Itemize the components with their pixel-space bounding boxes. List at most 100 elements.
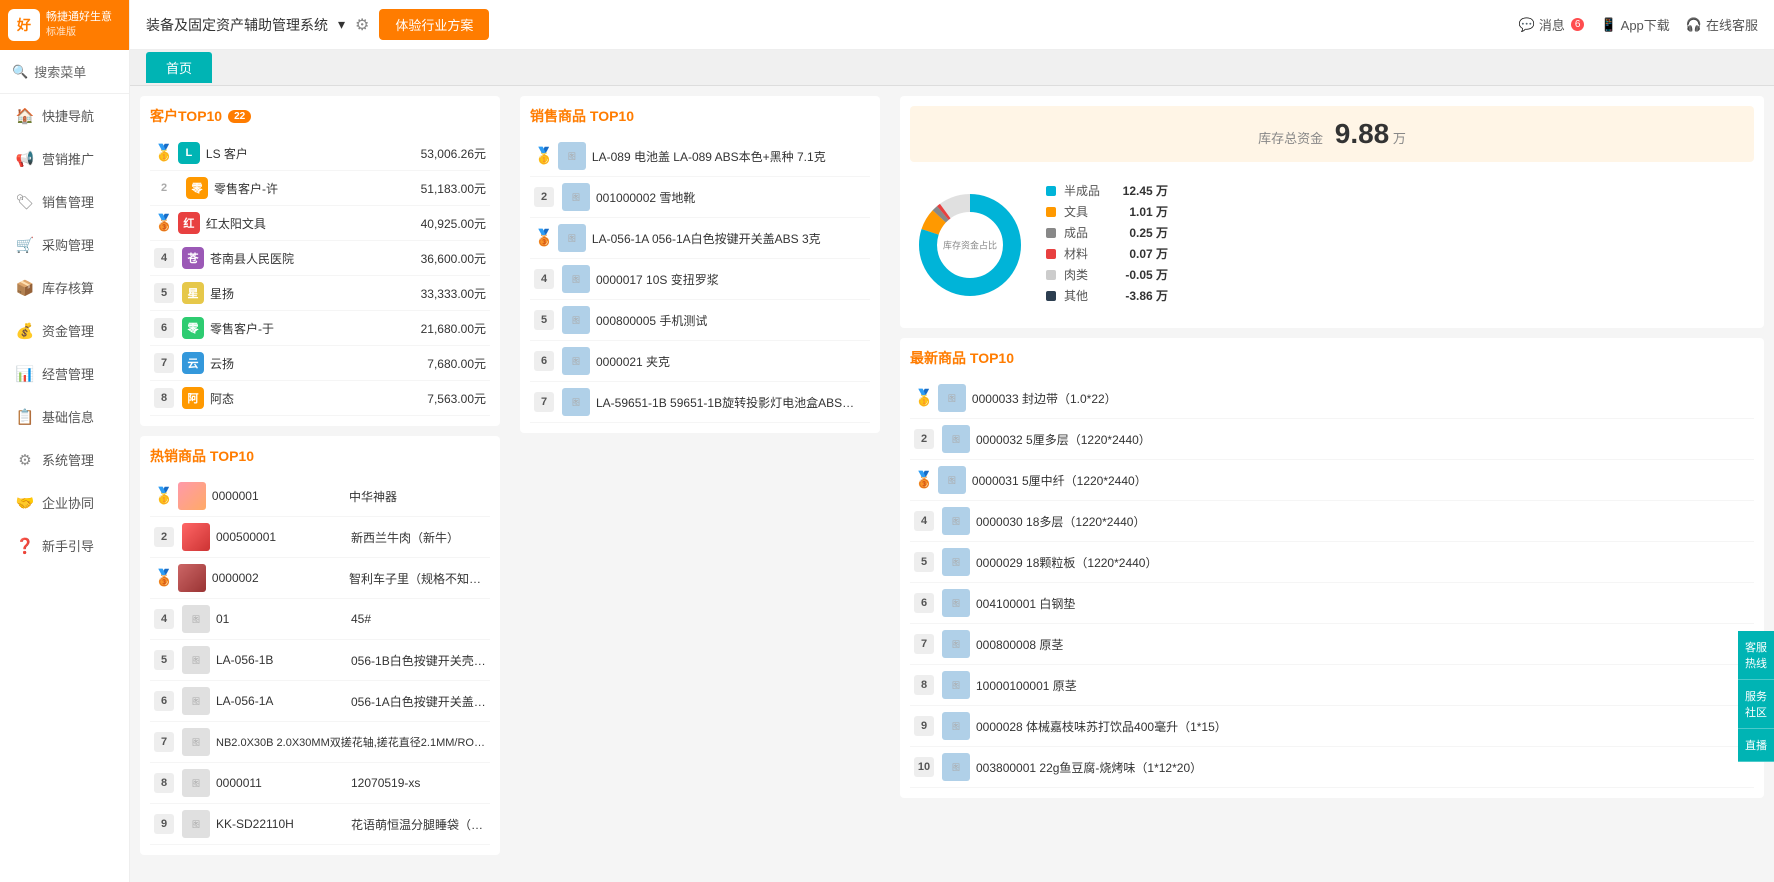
inventory-icon: 📦 — [16, 279, 34, 297]
rank-num: 6 — [154, 318, 174, 338]
product-name: 中华神器 — [349, 488, 486, 505]
float-customer-service-button[interactable]: 客服热线 — [1738, 631, 1774, 680]
product-info: 10000100001 原茎 — [976, 677, 1750, 694]
product-image: 图 — [942, 753, 970, 781]
logo-text: 畅捷通好生意 标准版 — [46, 10, 112, 39]
product-name: 新西兰牛肉（新牛） — [351, 529, 486, 546]
sales-icon: 🏷 — [16, 193, 34, 211]
search-menu-button[interactable]: 🔍 搜索菜单 — [8, 58, 121, 85]
topbar: 装备及固定资产辅助管理系统 ▾ ⚙ 体验行业方案 💬 消息 6 📱 App下载 … — [130, 0, 1774, 50]
product-image: 图 — [562, 388, 590, 416]
customer-top10-title: 客户TOP10 22 — [150, 106, 490, 126]
product-code: 0000002 — [212, 571, 349, 585]
product-info: LA-089 电池盖 LA-089 ABS本色+黑种 7.1克 — [592, 148, 866, 165]
topbar-right: 💬 消息 6 📱 App下载 🎧 在线客服 — [1519, 15, 1758, 34]
float-service-community-button[interactable]: 服务社区 — [1738, 680, 1774, 729]
sidebar-item-label: 企业协同 — [42, 493, 94, 512]
float-live-button[interactable]: 直播 — [1738, 729, 1774, 762]
sidebar-item-guide[interactable]: ❓ 新手引导 — [0, 524, 129, 567]
table-row: 🥉 图 LA-056-1A 056-1A白色按键开关盖ABS 3克 — [530, 218, 870, 259]
settings-icon[interactable]: ⚙ — [355, 15, 369, 35]
table-row: 7 图 NB2.0X30B 2.0X30MM双搓花轴,搓花直径2.1MM/ROH… — [150, 722, 490, 763]
breadcrumb-bar: 首页 — [130, 50, 1774, 86]
legend-item: 成品 0.25 万 — [1046, 224, 1168, 241]
notifications-button[interactable]: 💬 消息 6 — [1519, 15, 1585, 34]
rank-num: 2 — [154, 527, 174, 547]
table-row: 5 星 星扬 33,333.00元 — [150, 276, 490, 311]
table-row: 🥇 图 0000033 封边带（1.0*22） — [910, 378, 1754, 419]
medal-icon: 🥉 — [534, 228, 554, 248]
product-info: 0000029 18颗粒板（1220*2440） — [976, 554, 1750, 571]
legend-item: 文具 1.01 万 — [1046, 203, 1168, 220]
legend-item: 其他 -3.86 万 — [1046, 287, 1168, 304]
home-tab[interactable]: 首页 — [146, 52, 212, 83]
product-image: 图 — [942, 589, 970, 617]
table-row: 2 图 001000002 雪地靴 — [530, 177, 870, 218]
sidebar-item-enterprise[interactable]: 🤝 企业协同 — [0, 481, 129, 524]
table-row: 🥇 0000001 中华神器 — [150, 476, 490, 517]
product-info: 0000017 10S 变扭罗浆 — [596, 271, 866, 288]
rank-num: 4 — [154, 609, 174, 629]
notifications-label: 消息 — [1539, 15, 1565, 34]
inventory-total-box: 库存总资金 9.88 万 — [910, 106, 1754, 162]
product-code: 000500001 — [216, 530, 351, 544]
table-row: 🥉 0000002 智利车子里（规格不知道填什么） — [150, 558, 490, 599]
sidebar-item-marketing[interactable]: 📢 营销推广 — [0, 137, 129, 180]
sidebar-item-label: 营销推广 — [42, 149, 94, 168]
inventory-legend: 半成品 12.45 万 文具 1.01 万 成品 0.25 万 — [1046, 182, 1168, 308]
product-code: LA-056-1B — [216, 653, 351, 667]
rank-num: 4 — [154, 248, 174, 268]
sidebar-item-purchase[interactable]: 🛒 采购管理 — [0, 223, 129, 266]
medal-icon: 🥉 — [914, 470, 934, 490]
hot-products-list: 🥇 0000001 中华神器 2 000500001 新西兰牛肉（新牛） 🥉 — [150, 476, 490, 845]
product-image — [178, 482, 206, 510]
sidebar-item-label: 库存核算 — [42, 278, 94, 297]
medal-icon: 🥉 — [154, 568, 174, 588]
legend-color-dot — [1046, 270, 1056, 280]
product-image: 图 — [562, 265, 590, 293]
rank-num: 6 — [154, 691, 174, 711]
logo-icon: 好 — [8, 9, 40, 41]
new-products-list: 🥇 图 0000033 封边带（1.0*22） 2 图 0000032 5厘多层… — [910, 378, 1754, 788]
product-image — [178, 564, 206, 592]
sales-product-title: 销售商品 TOP10 — [530, 106, 870, 126]
sidebar-item-basic[interactable]: 📋 基础信息 — [0, 395, 129, 438]
avatar: 阿 — [182, 387, 204, 409]
customer-name: LS 客户 — [206, 145, 413, 162]
system-title: 装备及固定资产辅助管理系统 — [146, 15, 328, 35]
product-info: 004100001 白钢垫 — [976, 595, 1750, 612]
sidebar-item-label: 采购管理 — [42, 235, 94, 254]
new-products-title-text: 最新商品 TOP10 — [910, 348, 1014, 368]
left-column: 客户TOP10 22 🥇 L LS 客户 53,006.26元 2 零 — [130, 86, 510, 882]
sidebar-item-finance[interactable]: 💰 资金管理 — [0, 309, 129, 352]
rank-num: 4 — [914, 511, 934, 531]
medal-icon: 🥉 — [154, 213, 174, 233]
inventory-amount: 9.88 — [1335, 118, 1390, 149]
product-name: 45# — [351, 612, 486, 626]
operations-icon: 📊 — [16, 365, 34, 383]
table-row: 6 图 004100001 白钢垫 — [910, 583, 1754, 624]
sidebar-item-quick-nav[interactable]: 🏠 快捷导航 — [0, 94, 129, 137]
middle-column: 销售商品 TOP10 🥇 图 LA-089 电池盖 LA-089 ABS本色+黑… — [510, 86, 890, 882]
purchase-icon: 🛒 — [16, 236, 34, 254]
table-row: 4 苍 苍南县人民医院 36,600.00元 — [150, 241, 490, 276]
app-download-button[interactable]: 📱 App下载 — [1600, 15, 1669, 34]
avatar: 星 — [182, 282, 204, 304]
table-row: 🥇 L LS 客户 53,006.26元 — [150, 136, 490, 171]
customer-value: 7,563.00元 — [427, 390, 486, 407]
product-image: 图 — [182, 605, 210, 633]
product-name: 智利车子里（规格不知道填什么） — [349, 570, 486, 587]
customer-name: 红太阳文具 — [206, 215, 413, 232]
sidebar-item-label: 资金管理 — [42, 321, 94, 340]
sidebar-item-sales[interactable]: 🏷 销售管理 — [0, 180, 129, 223]
sidebar-item-system[interactable]: ⚙ 系统管理 — [0, 438, 129, 481]
headset-icon: 🎧 — [1686, 17, 1702, 33]
sidebar-item-operations[interactable]: 📊 经营管理 — [0, 352, 129, 395]
trial-button[interactable]: 体验行业方案 — [379, 9, 489, 40]
sidebar-search-section[interactable]: 🔍 搜索菜单 — [0, 50, 129, 94]
product-info: 003800001 22g鱼豆腐-烧烤味（1*12*20） — [976, 759, 1750, 776]
legend-color-dot — [1046, 186, 1056, 196]
rank-num: 2 — [534, 187, 554, 207]
sidebar-item-inventory[interactable]: 📦 库存核算 — [0, 266, 129, 309]
online-service-button[interactable]: 🎧 在线客服 — [1686, 15, 1758, 34]
